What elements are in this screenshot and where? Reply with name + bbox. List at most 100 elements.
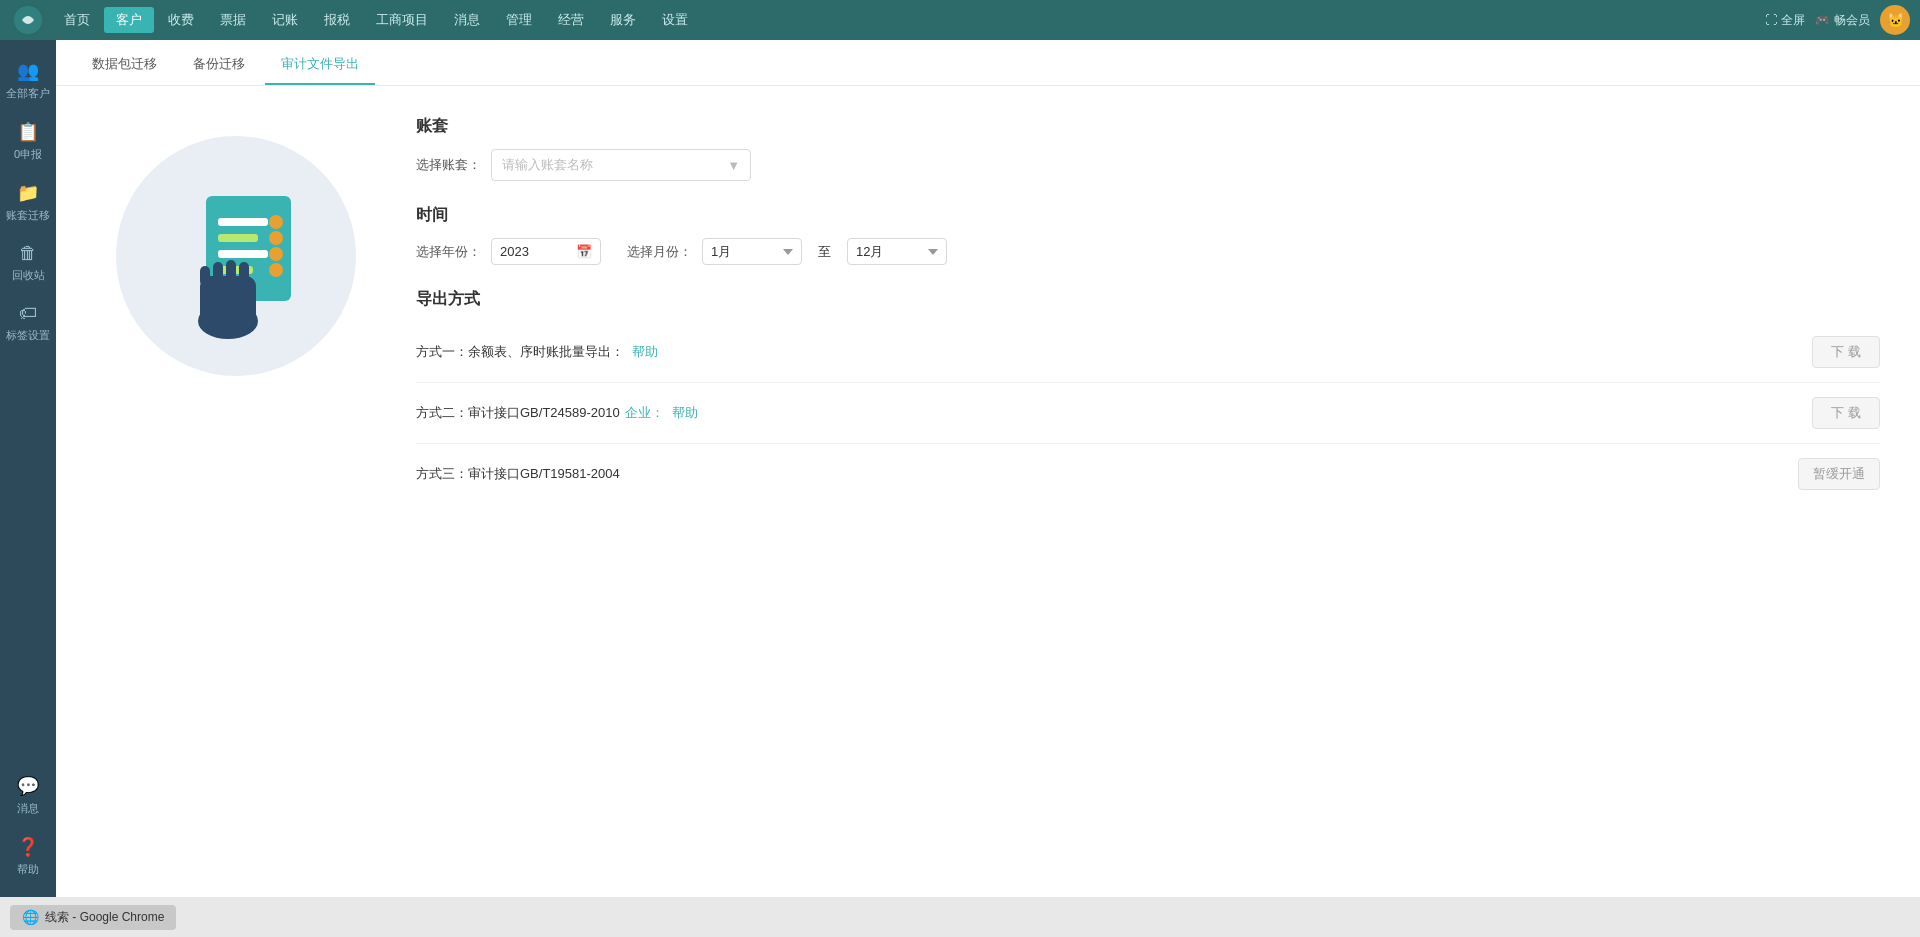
- sidebar-bottom-label: 消息: [17, 801, 39, 816]
- recycle-icon: 🗑: [19, 243, 37, 264]
- sidebar-item-label: 回收站: [12, 268, 45, 283]
- account-form-row: 选择账套： 请输入账套名称 ▼: [416, 149, 1880, 181]
- svg-rect-2: [218, 218, 268, 226]
- export-method-3-text: 方式三：审计接口GB/T19581-2004: [416, 465, 620, 483]
- svg-point-7: [269, 231, 283, 245]
- month-end-select[interactable]: 1月2月3月 4月5月6月 7月8月9月 10月11月 12月: [847, 238, 947, 265]
- fullscreen-icon: ⛶: [1765, 13, 1777, 27]
- nav-fee[interactable]: 收费: [156, 7, 206, 33]
- nav-settings[interactable]: 设置: [650, 7, 700, 33]
- svg-rect-14: [226, 260, 236, 286]
- export-method-2-company[interactable]: 企业：: [625, 405, 664, 420]
- sidebar-item-label: 全部客户: [6, 86, 50, 101]
- fullscreen-label: 全屏: [1781, 12, 1805, 29]
- taskbar-item-label: 线索 - Google Chrome: [45, 909, 164, 926]
- sidebar-item-recycle[interactable]: 🗑 回收站: [0, 233, 56, 293]
- all-clients-icon: 👥: [17, 60, 39, 82]
- sidebar-bottom-label: 帮助: [17, 862, 39, 877]
- nav-client[interactable]: 客户: [104, 7, 154, 33]
- account-migration-icon: 📁: [17, 182, 39, 204]
- svg-rect-12: [200, 266, 210, 286]
- taskbar: 🌐 线索 - Google Chrome: [0, 897, 1920, 937]
- year-value: 2023: [500, 244, 529, 259]
- tag-settings-icon: 🏷: [19, 303, 37, 324]
- export-method-2: 方式二：审计接口GB/T24589-2010 企业： 帮助 下 载: [416, 383, 1880, 444]
- month-start-select[interactable]: 1月2月3月 4月5月6月 7月8月9月 10月11月12月: [702, 238, 802, 265]
- export-method-2-label: 方式二：审计接口GB/T24589-2010: [416, 405, 620, 420]
- export-method-1-download-button[interactable]: 下 载: [1812, 336, 1880, 368]
- export-method-1-label: 方式一：余额表、序时账批量导出：: [416, 344, 624, 359]
- top-nav: 首页 客户 收费 票据 记账 报税 工商项目 消息 管理 经营 服务 设置 ⛶ …: [0, 0, 1920, 40]
- tab-backup-migration[interactable]: 备份迁移: [177, 45, 261, 85]
- app-logo: [10, 2, 46, 38]
- calendar-icon: 📅: [576, 244, 592, 259]
- export-method-3-coming-soon-button: 暂缓开通: [1798, 458, 1880, 490]
- sidebar-item-all-clients[interactable]: 👥 全部客户: [0, 50, 56, 111]
- sidebar-item-account-migration[interactable]: 📁 账套迁移: [0, 172, 56, 233]
- page-content: 账套 选择账套： 请输入账套名称 ▼ 时间 选择年份：: [56, 86, 1920, 897]
- illustration-circle: [116, 136, 356, 376]
- account-select-input[interactable]: 请输入账套名称 ▼: [491, 149, 751, 181]
- nav-manage[interactable]: 管理: [494, 7, 544, 33]
- year-input[interactable]: 2023 📅: [491, 238, 601, 265]
- nav-operation[interactable]: 经营: [546, 7, 596, 33]
- sidebar-item-tag-settings[interactable]: 🏷 标签设置: [0, 293, 56, 353]
- export-method-1: 方式一：余额表、序时账批量导出： 帮助 下 载: [416, 322, 1880, 383]
- time-section: 时间 选择年份： 2023 📅 选择月份： 1月2月3月 4月5月6月 7月8月…: [416, 205, 1880, 265]
- nav-service[interactable]: 服务: [598, 7, 648, 33]
- zero-declare-icon: 📋: [17, 121, 39, 143]
- main-layout: 👥 全部客户 📋 0申报 📁 账套迁移 🗑 回收站 🏷 标签设置 💬 消息 ❓: [0, 40, 1920, 897]
- nav-business[interactable]: 工商项目: [364, 7, 440, 33]
- content-area: 数据包迁移 备份迁移 审计文件导出: [56, 40, 1920, 897]
- nav-message[interactable]: 消息: [442, 7, 492, 33]
- svg-rect-15: [239, 262, 249, 286]
- taskbar-chrome-item[interactable]: 🌐 线索 - Google Chrome: [10, 905, 176, 930]
- sidebar-item-help[interactable]: ❓ 帮助: [0, 826, 56, 887]
- sidebar-item-label: 账套迁移: [6, 208, 50, 223]
- sidebar-bottom: 💬 消息 ❓ 帮助: [0, 765, 56, 887]
- account-section: 账套 选择账套： 请输入账套名称 ▼: [416, 116, 1880, 181]
- svg-rect-3: [218, 234, 258, 242]
- export-method-2-download-button[interactable]: 下 载: [1812, 397, 1880, 429]
- nav-tax[interactable]: 报税: [312, 7, 362, 33]
- nav-invoice[interactable]: 票据: [208, 7, 258, 33]
- sidebar-item-label: 标签设置: [6, 328, 50, 343]
- year-label: 选择年份：: [416, 243, 481, 261]
- top-nav-right: ⛶ 全屏 🎮 畅会员 🐱: [1765, 5, 1910, 35]
- message-icon: 💬: [17, 775, 39, 797]
- time-form-row: 选择年份： 2023 📅 选择月份： 1月2月3月 4月5月6月 7月8月9月 …: [416, 238, 1880, 265]
- nav-bookkeeping[interactable]: 记账: [260, 7, 310, 33]
- fullscreen-button[interactable]: ⛶ 全屏: [1765, 12, 1805, 29]
- account-section-title: 账套: [416, 116, 1880, 137]
- member-icon: 🎮: [1815, 13, 1830, 27]
- chrome-icon: 🌐: [22, 909, 39, 925]
- account-select-label: 选择账套：: [416, 156, 481, 174]
- export-method-3-label: 方式三：审计接口GB/T19581-2004: [416, 466, 620, 481]
- tab-data-migration[interactable]: 数据包迁移: [76, 45, 173, 85]
- account-dropdown-icon: ▼: [727, 158, 740, 173]
- export-method-1-help[interactable]: 帮助: [632, 344, 658, 359]
- export-method-2-text: 方式二：审计接口GB/T24589-2010 企业： 帮助: [416, 404, 698, 422]
- export-section: 导出方式 方式一：余额表、序时账批量导出： 帮助 下 载 方式二：审计接口GB/…: [416, 289, 1880, 504]
- export-section-title: 导出方式: [416, 289, 1880, 310]
- nav-home[interactable]: 首页: [52, 7, 102, 33]
- svg-point-8: [269, 247, 283, 261]
- tab-bar: 数据包迁移 备份迁移 审计文件导出: [56, 40, 1920, 86]
- form-area: 账套 选择账套： 请输入账套名称 ▼ 时间 选择年份：: [416, 116, 1880, 867]
- time-separator: 至: [818, 243, 831, 261]
- illustration-svg: [156, 166, 316, 346]
- sidebar-item-zero-declare[interactable]: 📋 0申报: [0, 111, 56, 172]
- illustration-area: [96, 116, 376, 867]
- sidebar-item-message[interactable]: 💬 消息: [0, 765, 56, 826]
- svg-point-6: [269, 215, 283, 229]
- top-nav-items: 首页 客户 收费 票据 记账 报税 工商项目 消息 管理 经营 服务 设置: [52, 7, 1765, 33]
- svg-rect-4: [218, 250, 268, 258]
- member-button[interactable]: 🎮 畅会员: [1815, 12, 1870, 29]
- member-label: 畅会员: [1834, 12, 1870, 29]
- avatar[interactable]: 🐱: [1880, 5, 1910, 35]
- export-method-2-help[interactable]: 帮助: [672, 405, 698, 420]
- help-icon: ❓: [17, 836, 39, 858]
- export-method-1-text: 方式一：余额表、序时账批量导出： 帮助: [416, 343, 658, 361]
- tab-audit-export[interactable]: 审计文件导出: [265, 45, 375, 85]
- month-label: 选择月份：: [627, 243, 692, 261]
